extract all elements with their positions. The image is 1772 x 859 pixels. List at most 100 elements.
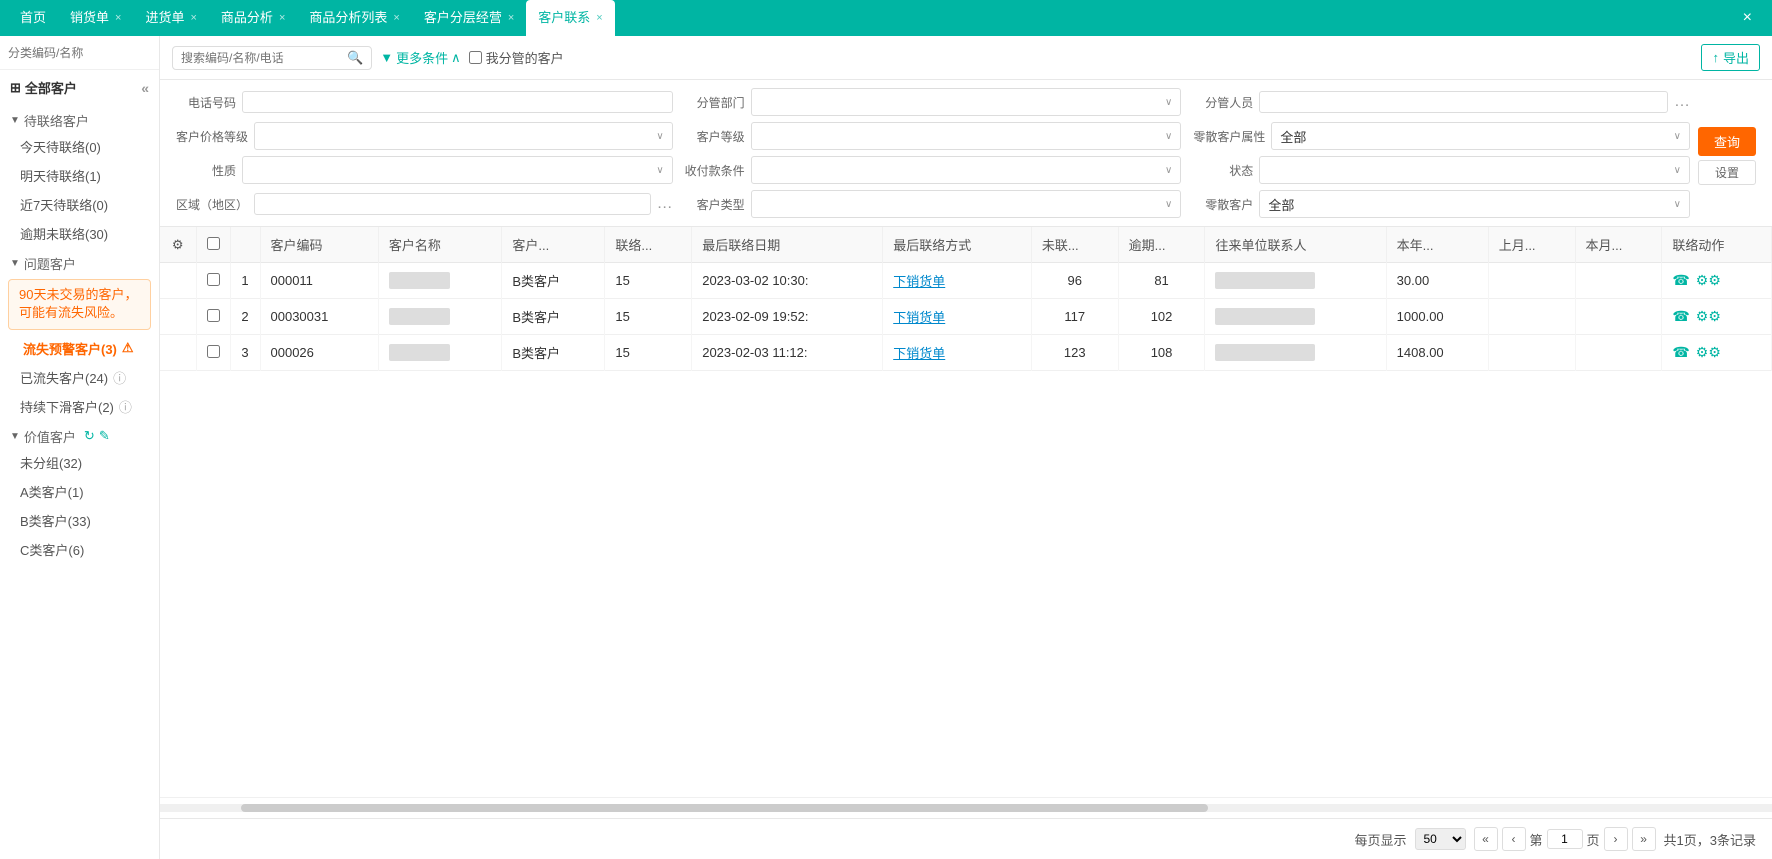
my-customers-checkbox[interactable]: 我分管的客户: [469, 48, 564, 67]
more-action-icon[interactable]: ⚙⚙: [1696, 308, 1721, 325]
more-conditions-toggle[interactable]: ▼ 更多条件 ∧: [380, 48, 460, 67]
col-settings[interactable]: ⚙: [160, 227, 196, 263]
row-contacts-unit: [1205, 335, 1386, 371]
sidebar-item-declining[interactable]: 持续下滑客户(2) ⓘ: [0, 392, 159, 421]
dept-select[interactable]: ∨: [751, 88, 1182, 116]
close-icon[interactable]: ×: [508, 0, 514, 36]
filter-settings-button[interactable]: 设置: [1698, 160, 1756, 185]
prev-page-button[interactable]: ‹: [1502, 827, 1526, 851]
per-page-select[interactable]: 50 100 200: [1415, 828, 1466, 850]
call-icon[interactable]: ☎: [1672, 272, 1689, 289]
filter-customer-level: 客户等级 ∨: [685, 122, 1182, 150]
sidebar-item-ungrouped[interactable]: 未分组(32): [0, 448, 159, 477]
sidebar-item-overdue-pending[interactable]: 逾期未联络(30): [0, 219, 159, 248]
row-check[interactable]: [207, 309, 220, 322]
col-contacts-unit[interactable]: 往来单位联系人: [1205, 227, 1386, 263]
search-input[interactable]: [181, 51, 341, 65]
select-all-checkbox[interactable]: [207, 237, 220, 250]
collapse-icon[interactable]: «: [141, 80, 149, 96]
page-input[interactable]: [1547, 829, 1583, 849]
row-last-contact-date: 2023-02-03 11:12:: [692, 335, 883, 371]
sidebar-item-7days-pending[interactable]: 近7天待联络(0): [0, 190, 159, 219]
col-last-contact-date[interactable]: 最后联络日期: [692, 227, 883, 263]
nature-select[interactable]: ∨: [242, 156, 673, 184]
tab-product-analysis-list[interactable]: 商品分析列表 ×: [297, 0, 411, 36]
edit-icon[interactable]: ✎: [99, 428, 110, 444]
col-contact[interactable]: 联络...: [605, 227, 692, 263]
row-check[interactable]: [207, 345, 220, 358]
tab-customer-tier[interactable]: 客户分层经营 ×: [412, 0, 526, 36]
sidebar-item-churned[interactable]: 已流失客户(24) ⓘ: [0, 363, 159, 392]
sidebar-item-churn-warning[interactable]: 流失预警客户(3) ⚠: [0, 334, 159, 363]
sidebar-item-tomorrow-pending[interactable]: 明天待联络(1): [0, 161, 159, 190]
sidebar-all-customers[interactable]: ⊞ 全部客户 «: [0, 70, 159, 105]
more-icon[interactable]: …: [657, 195, 673, 213]
more-action-icon[interactable]: ⚙⚙: [1696, 272, 1721, 289]
col-unlinked[interactable]: 未联...: [1031, 227, 1118, 263]
sidebar-group-problem[interactable]: ▼ 问题客户: [0, 248, 159, 275]
my-customers-check[interactable]: [469, 51, 482, 64]
col-this-month[interactable]: 本月...: [1575, 227, 1662, 263]
close-icon[interactable]: ×: [596, 0, 602, 36]
col-actions: 联络动作: [1662, 227, 1772, 263]
col-last-contact-method[interactable]: 最后联络方式: [883, 227, 1032, 263]
row-check[interactable]: [207, 273, 220, 286]
close-icon[interactable]: ×: [393, 0, 399, 36]
tab-product-analysis[interactable]: 商品分析 ×: [209, 0, 297, 36]
export-button[interactable]: ↑ 导出: [1701, 44, 1760, 71]
horizontal-scrollbar[interactable]: [160, 804, 1772, 812]
col-last-month[interactable]: 上月...: [1488, 227, 1575, 263]
row-this-year: 30.00: [1386, 263, 1488, 299]
row-index: 3: [230, 335, 260, 371]
row-name: [378, 335, 502, 371]
retail-customer-select[interactable]: 全部∨: [1259, 190, 1690, 218]
col-name[interactable]: 客户名称: [378, 227, 502, 263]
row-index: 1: [230, 263, 260, 299]
sidebar-item-class-a[interactable]: A类客户(1): [0, 477, 159, 506]
retail-attr-select[interactable]: 全部∨: [1271, 122, 1690, 150]
customer-type-select[interactable]: ∨: [751, 190, 1182, 218]
row-this-year: 1000.00: [1386, 299, 1488, 335]
more-action-icon[interactable]: ⚙⚙: [1696, 344, 1721, 361]
sidebar-item-today-pending[interactable]: 今天待联络(0): [0, 132, 159, 161]
sidebar-item-class-b[interactable]: B类客户(33): [0, 506, 159, 535]
tab-sales-order[interactable]: 销货单 ×: [58, 0, 133, 36]
filter-retail-customer: 零散客户 全部∨: [1193, 190, 1690, 218]
col-this-year[interactable]: 本年...: [1386, 227, 1488, 263]
refresh-icon[interactable]: ↻: [84, 428, 95, 444]
price-level-select[interactable]: ∨: [254, 122, 673, 150]
col-overdue[interactable]: 逾期...: [1118, 227, 1205, 263]
next-page-button[interactable]: ›: [1604, 827, 1628, 851]
close-icon[interactable]: ×: [190, 0, 196, 36]
row-unlinked: 117: [1031, 299, 1118, 335]
customer-level-select[interactable]: ∨: [751, 122, 1182, 150]
window-close-button[interactable]: ×: [1731, 9, 1764, 27]
tab-customer-contact[interactable]: 客户联系 ×: [526, 0, 614, 36]
sidebar-group-pending[interactable]: ▼ 待联络客户: [0, 105, 159, 132]
row-code: 00030031: [260, 299, 378, 335]
phone-input[interactable]: [242, 91, 673, 113]
sidebar-group-value[interactable]: ▼ 价值客户 ↻ ✎: [0, 421, 159, 448]
more-icon[interactable]: …: [1674, 93, 1690, 111]
status-select[interactable]: ∨: [1259, 156, 1690, 184]
sidebar-item-class-c[interactable]: C类客户(6): [0, 535, 159, 564]
region-input[interactable]: [254, 193, 651, 215]
tab-purchase-order[interactable]: 进货单 ×: [133, 0, 208, 36]
query-button[interactable]: 查询: [1698, 127, 1756, 156]
top-nav: 首页 销货单 × 进货单 × 商品分析 × 商品分析列表 × 客户分层经营 × …: [0, 0, 1772, 36]
close-icon[interactable]: ×: [115, 0, 121, 36]
person-input[interactable]: [1259, 91, 1668, 113]
tab-home[interactable]: 首页: [8, 0, 58, 36]
call-icon[interactable]: ☎: [1672, 308, 1689, 325]
col-type[interactable]: 客户...: [502, 227, 605, 263]
row-overdue: 102: [1118, 299, 1205, 335]
close-icon[interactable]: ×: [279, 0, 285, 36]
sidebar-search-container: 🔍: [0, 36, 159, 70]
last-page-button[interactable]: »: [1632, 827, 1656, 851]
payment-select[interactable]: ∨: [751, 156, 1182, 184]
call-icon[interactable]: ☎: [1672, 344, 1689, 361]
first-page-button[interactable]: «: [1474, 827, 1498, 851]
col-code[interactable]: 客户编码: [260, 227, 378, 263]
sidebar-search-input[interactable]: [8, 46, 160, 60]
search-button[interactable]: 🔍: [347, 50, 363, 66]
